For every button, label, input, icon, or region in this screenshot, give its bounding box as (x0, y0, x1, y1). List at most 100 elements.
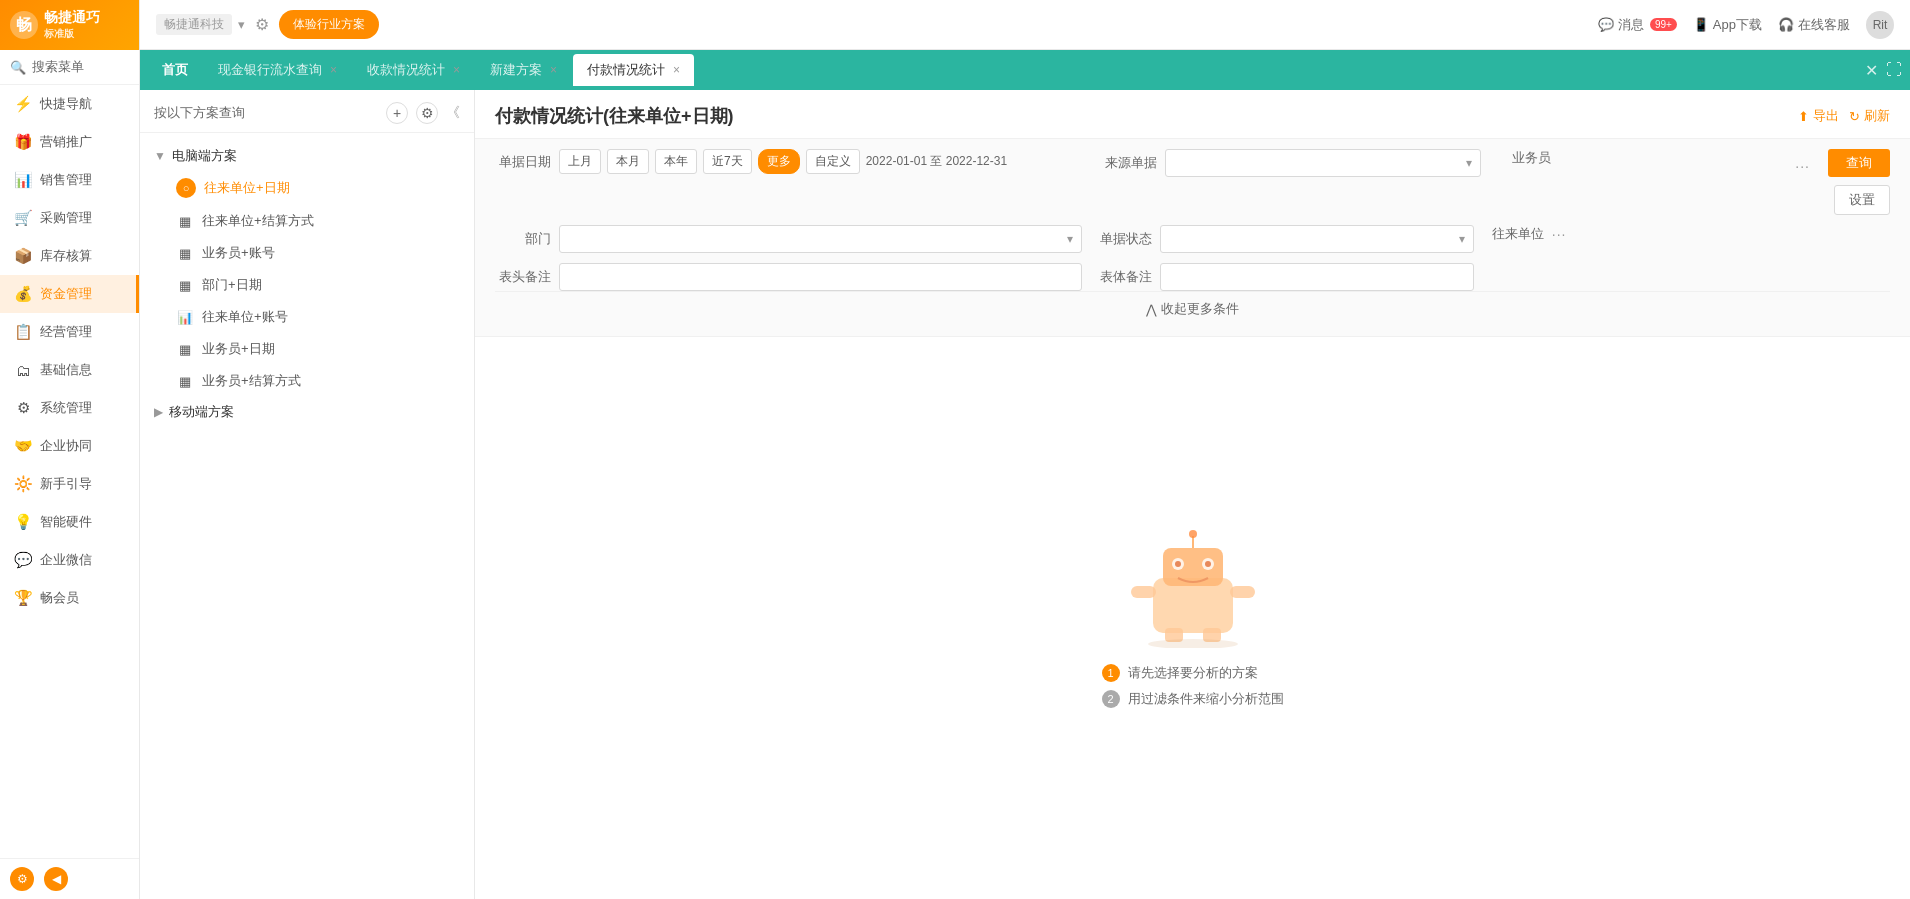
sales-icon: 📊 (14, 171, 32, 189)
counterpart-select-dots[interactable]: ··· (1552, 226, 1567, 242)
filter-item-table-head-note: 表头备注 (495, 263, 1082, 291)
date-btn-this-year[interactable]: 本年 (655, 149, 697, 174)
table-body-note-label: 表体备注 (1082, 268, 1152, 286)
date-btn-more[interactable]: 更多 (758, 149, 800, 174)
scheme-item-dept-date[interactable]: ▦ 部门+日期 (140, 269, 474, 301)
trial-btn[interactable]: 体验行业方案 (279, 10, 379, 39)
search-icon: 🔍 (10, 60, 26, 75)
date-btn-custom[interactable]: 自定义 (806, 149, 860, 174)
tab-new-scheme-close[interactable]: × (550, 63, 557, 77)
topbar-settings-icon[interactable]: ⚙ (255, 15, 269, 34)
app-download-btn[interactable]: 📱 App下载 (1693, 16, 1762, 34)
message-icon: 💬 (1598, 17, 1614, 32)
brand-chevron-icon[interactable]: ▾ (238, 17, 245, 32)
scheme-item-peer-settle[interactable]: ▦ 往来单位+结算方式 (140, 205, 474, 237)
voucher-status-select[interactable]: ▾ (1160, 225, 1474, 253)
tip-1-text: 请先选择要分析的方案 (1128, 664, 1258, 682)
quick-nav-icon: ⚡ (14, 95, 32, 113)
tab-cash-flow[interactable]: 现金银行流水查询 × (204, 54, 351, 86)
top-bar-right: 💬 消息 99+ 📱 App下载 🎧 在线客服 Rit (1598, 11, 1894, 39)
sidebar-item-ops[interactable]: 📋 经营管理 (0, 313, 139, 351)
staff-select-dots[interactable]: ··· (1795, 158, 1810, 174)
staff-label: 业务员 (1481, 149, 1551, 167)
sidebar-item-finance[interactable]: 💰 资金管理 (0, 275, 139, 313)
sidebar-item-marketing[interactable]: 🎁 营销推广 (0, 123, 139, 161)
source-select[interactable]: ▾ (1165, 149, 1482, 177)
refresh-btn[interactable]: ↻ 刷新 (1849, 107, 1890, 125)
scheme-item-staff-account[interactable]: ▦ 业务员+账号 (140, 237, 474, 269)
sidebar-item-member[interactable]: 🏆 畅会员 (0, 579, 139, 617)
app-name: 畅捷通科技 (156, 14, 232, 35)
tab-pay-stats-close[interactable]: × (673, 63, 680, 77)
sidebar-item-purchase[interactable]: 🛒 采购管理 (0, 199, 139, 237)
ops-icon: 📋 (14, 323, 32, 341)
table-body-note-input[interactable] (1160, 263, 1474, 291)
scheme-item-label: 业务员+账号 (202, 244, 275, 262)
mobile-group-label: 移动端方案 (169, 403, 234, 421)
tab-expand-icon[interactable]: ⛶ (1886, 61, 1902, 79)
svg-point-4 (1175, 561, 1181, 567)
export-btn[interactable]: ⬆ 导出 (1798, 107, 1839, 125)
scheme-settings-btn[interactable]: ⚙ (416, 102, 438, 124)
tab-collect-stats[interactable]: 收款情况统计 × (353, 54, 474, 86)
filter-settings-btn[interactable]: 设置 (1834, 185, 1890, 215)
empty-illustration (1123, 528, 1263, 648)
scheme-collapse-btn[interactable]: 《 (446, 104, 460, 122)
sidebar-item-inventory[interactable]: 📦 库存核算 (0, 237, 139, 275)
scheme-desktop-group-header[interactable]: ▼ 电脑端方案 (140, 141, 474, 171)
settings-footer-btn[interactable]: ⚙ (10, 867, 34, 891)
tab-collect-stats-close[interactable]: × (453, 63, 460, 77)
messages-btn[interactable]: 💬 消息 99+ (1598, 16, 1677, 34)
sidebar-item-guide[interactable]: 🔆 新手引导 (0, 465, 139, 503)
collapse-more-btn[interactable]: ⋀ 收起更多条件 (495, 291, 1890, 326)
date-btn-this-month[interactable]: 本月 (607, 149, 649, 174)
table-head-note-label: 表头备注 (495, 268, 551, 286)
sidebar-item-hardware[interactable]: 💡 智能硬件 (0, 503, 139, 541)
tab-home[interactable]: 首页 (148, 54, 202, 86)
tab-close-all-icon[interactable]: ✕ (1865, 61, 1878, 80)
sidebar-item-quick-nav[interactable]: ⚡ 快捷导航 (0, 85, 139, 123)
sidebar-item-sales[interactable]: 📊 销售管理 (0, 161, 139, 199)
user-avatar[interactable]: Rit (1866, 11, 1894, 39)
sidebar-item-system[interactable]: ⚙ 系统管理 (0, 389, 139, 427)
svg-rect-1 (1163, 548, 1223, 586)
svg-rect-7 (1230, 586, 1255, 598)
scheme-panel-title: 按以下方案查询 (154, 104, 245, 122)
scheme-item-staff-settle[interactable]: ▦ 业务员+结算方式 (140, 365, 474, 397)
date-btn-last-7days[interactable]: 近7天 (703, 149, 752, 174)
filter-item-voucher-status: 单据状态 ▾ (1082, 225, 1474, 253)
sidebar-item-label: 库存核算 (40, 247, 92, 265)
tab-new-scheme[interactable]: 新建方案 × (476, 54, 571, 86)
filter-item-dept: 部门 ▾ (495, 225, 1082, 253)
sidebar-item-corp[interactable]: 🤝 企业协同 (0, 427, 139, 465)
sidebar-item-basics[interactable]: 🗂 基础信息 (0, 351, 139, 389)
scheme-item-peer-date[interactable]: ○ 往来单位+日期 (140, 171, 474, 205)
table-head-note-input[interactable] (559, 263, 1082, 291)
service-icon: 🎧 (1778, 17, 1794, 32)
query-btn[interactable]: 查询 (1828, 149, 1890, 177)
scheme-item-peer-account[interactable]: 📊 往来单位+账号 (140, 301, 474, 333)
empty-tips: 1 请先选择要分析的方案 2 用过滤条件来缩小分析范围 (1102, 664, 1284, 708)
scheme-item-label: 业务员+日期 (202, 340, 275, 358)
date-btn-last-month[interactable]: 上月 (559, 149, 601, 174)
online-service-btn[interactable]: 🎧 在线客服 (1778, 16, 1850, 34)
search-menu[interactable]: 🔍 搜索菜单 (0, 50, 139, 85)
sidebar: 畅 畅捷通巧 标准版 🔍 搜索菜单 ⚡ 快捷导航 🎁 营销推广 📊 销售管理 (0, 0, 140, 899)
tab-cash-flow-close[interactable]: × (330, 63, 337, 77)
scheme-mobile-group-header[interactable]: ▶ 移动端方案 (140, 397, 474, 427)
sidebar-item-label: 采购管理 (40, 209, 92, 227)
empty-tip-2: 2 用过滤条件来缩小分析范围 (1102, 690, 1284, 708)
online-service-label: 在线客服 (1798, 16, 1850, 34)
scheme-item-staff-date[interactable]: ▦ 业务员+日期 (140, 333, 474, 365)
hardware-icon: 💡 (14, 513, 32, 531)
collapse-sidebar-btn[interactable]: ◀ (44, 867, 68, 891)
scheme-add-btn[interactable]: + (386, 102, 408, 124)
sidebar-item-wechat[interactable]: 💬 企业微信 (0, 541, 139, 579)
desktop-group-chevron-icon: ▼ (154, 149, 166, 163)
filter-item-staff: 业务员 ··· (1481, 149, 1810, 167)
dept-select[interactable]: ▾ (559, 225, 1082, 253)
scheme-item-label: 往来单位+结算方式 (202, 212, 314, 230)
tab-pay-stats[interactable]: 付款情况统计 × (573, 54, 694, 86)
empty-state: 1 请先选择要分析的方案 2 用过滤条件来缩小分析范围 (475, 337, 1910, 899)
sidebar-item-label: 系统管理 (40, 399, 92, 417)
